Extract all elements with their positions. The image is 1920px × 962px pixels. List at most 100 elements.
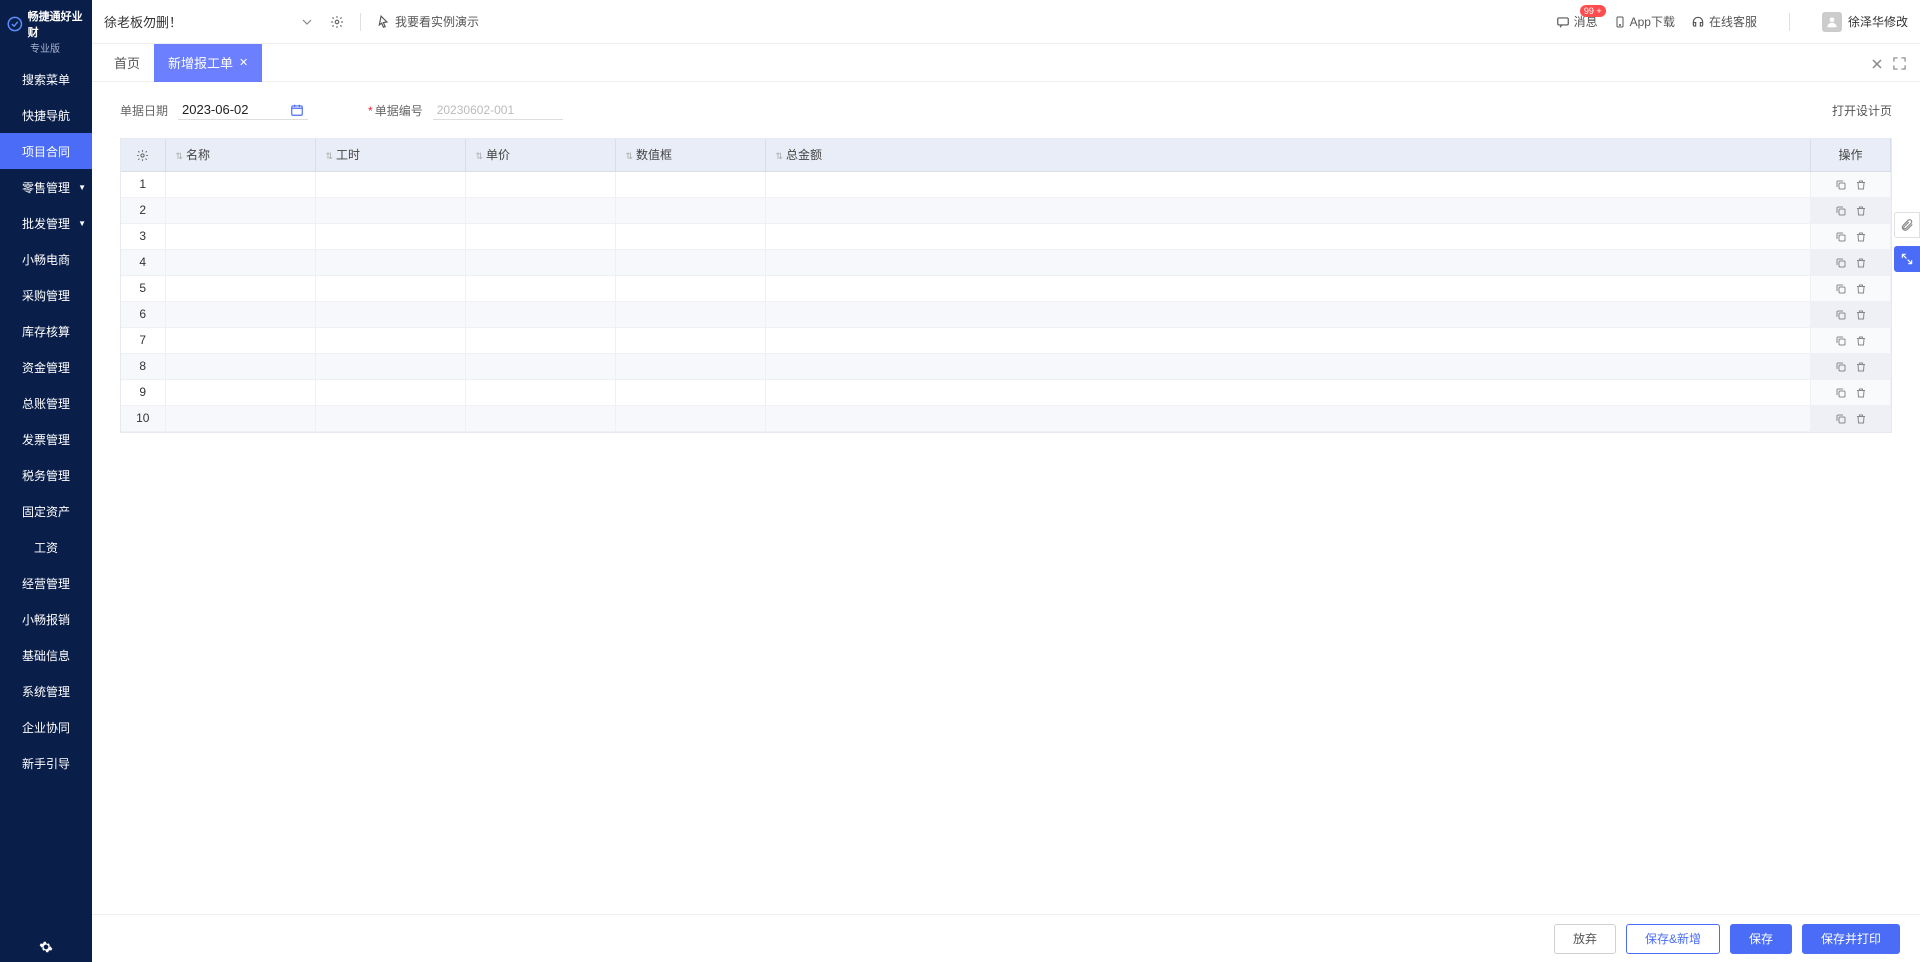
cell[interactable] (465, 249, 615, 275)
cell[interactable] (465, 275, 615, 301)
copy-row-icon[interactable] (1835, 359, 1847, 373)
sidebar-item-19[interactable]: 新手引导 (0, 745, 92, 781)
delete-row-icon[interactable] (1855, 281, 1867, 295)
cell[interactable] (315, 171, 465, 197)
copy-row-icon[interactable] (1835, 177, 1847, 191)
cell[interactable] (465, 327, 615, 353)
cell[interactable] (465, 353, 615, 379)
copy-row-icon[interactable] (1835, 307, 1847, 321)
cell[interactable] (615, 197, 765, 223)
delete-row-icon[interactable] (1855, 203, 1867, 217)
user-menu[interactable]: 徐泽华修改 (1822, 12, 1908, 32)
copy-row-icon[interactable] (1835, 229, 1847, 243)
cell[interactable] (165, 249, 315, 275)
save-button[interactable]: 保存 (1730, 924, 1792, 954)
cell[interactable] (465, 171, 615, 197)
sidebar-item-0[interactable]: 搜索菜单 (0, 61, 92, 97)
cell[interactable] (165, 171, 315, 197)
cell[interactable] (615, 327, 765, 353)
cell[interactable] (315, 249, 465, 275)
col-settings[interactable] (121, 139, 165, 171)
cell[interactable] (765, 301, 1811, 327)
tab-1[interactable]: 新增报工单✕ (154, 44, 262, 82)
cell[interactable] (165, 197, 315, 223)
sidebar-item-3[interactable]: 零售管理▼ (0, 169, 92, 205)
col-price[interactable]: ⇅单价 (465, 139, 615, 171)
demo-link[interactable]: 我要看实例演示 (377, 13, 479, 30)
discard-button[interactable]: 放弃 (1554, 924, 1616, 954)
cell[interactable] (765, 379, 1811, 405)
cell[interactable] (315, 197, 465, 223)
delete-row-icon[interactable] (1855, 177, 1867, 191)
code-input[interactable]: 20230602-001 (433, 101, 563, 120)
sidebar-item-13[interactable]: 工资 (0, 529, 92, 565)
cell[interactable] (615, 275, 765, 301)
delete-row-icon[interactable] (1855, 229, 1867, 243)
cell[interactable] (315, 275, 465, 301)
cell[interactable] (465, 223, 615, 249)
sidebar-item-15[interactable]: 小畅报销 (0, 601, 92, 637)
date-input[interactable]: 2023-06-02 (178, 100, 308, 120)
cell[interactable] (615, 353, 765, 379)
cell[interactable] (315, 353, 465, 379)
cell[interactable] (165, 301, 315, 327)
cell[interactable] (315, 223, 465, 249)
cell[interactable] (165, 353, 315, 379)
sidebar-item-2[interactable]: 项目合同 (0, 133, 92, 169)
sidebar-item-11[interactable]: 税务管理 (0, 457, 92, 493)
delete-row-icon[interactable] (1855, 411, 1867, 425)
cell[interactable] (765, 353, 1811, 379)
cell[interactable] (765, 223, 1811, 249)
sidebar-item-4[interactable]: 批发管理▼ (0, 205, 92, 241)
cell[interactable] (165, 327, 315, 353)
cell[interactable] (615, 249, 765, 275)
copy-row-icon[interactable] (1835, 281, 1847, 295)
copy-row-icon[interactable] (1835, 255, 1847, 269)
col-name[interactable]: ⇅名称 (165, 139, 315, 171)
sidebar-settings[interactable] (0, 932, 92, 962)
cell[interactable] (165, 405, 315, 431)
cell[interactable] (615, 223, 765, 249)
cell[interactable] (765, 327, 1811, 353)
cell[interactable] (615, 301, 765, 327)
org-dropdown[interactable] (302, 16, 312, 28)
sidebar-item-9[interactable]: 总账管理 (0, 385, 92, 421)
cell[interactable] (165, 223, 315, 249)
cell[interactable] (315, 379, 465, 405)
sidebar-item-12[interactable]: 固定资产 (0, 493, 92, 529)
cell[interactable] (315, 327, 465, 353)
cell[interactable] (765, 197, 1811, 223)
close-icon[interactable]: ✕ (239, 56, 248, 69)
messages-button[interactable]: 消息 99 + (1556, 13, 1598, 30)
fullscreen-toggle[interactable] (1893, 55, 1906, 71)
col-total[interactable]: ⇅总金额 (765, 139, 1811, 171)
copy-row-icon[interactable] (1835, 203, 1847, 217)
sidebar-item-8[interactable]: 资金管理 (0, 349, 92, 385)
save-print-button[interactable]: 保存并打印 (1802, 924, 1900, 954)
online-service[interactable]: 在线客服 (1691, 13, 1757, 30)
cell[interactable] (465, 379, 615, 405)
tab-close-all[interactable] (1871, 55, 1883, 71)
sidebar-item-5[interactable]: 小畅电商 (0, 241, 92, 277)
sidebar-item-10[interactable]: 发票管理 (0, 421, 92, 457)
tab-0[interactable]: 首页 (100, 44, 154, 82)
cell[interactable] (465, 197, 615, 223)
attachment-button[interactable] (1894, 212, 1920, 238)
delete-row-icon[interactable] (1855, 333, 1867, 347)
cell[interactable] (765, 171, 1811, 197)
cell[interactable] (615, 171, 765, 197)
delete-row-icon[interactable] (1855, 385, 1867, 399)
save-new-button[interactable]: 保存&新增 (1626, 924, 1720, 954)
cell[interactable] (465, 405, 615, 431)
sidebar-item-1[interactable]: 快捷导航 (0, 97, 92, 133)
copy-row-icon[interactable] (1835, 333, 1847, 347)
sidebar-item-7[interactable]: 库存核算 (0, 313, 92, 349)
sidebar-item-16[interactable]: 基础信息 (0, 637, 92, 673)
design-link[interactable]: 打开设计页 (1832, 102, 1892, 119)
cell[interactable] (315, 405, 465, 431)
sidebar-item-18[interactable]: 企业协同 (0, 709, 92, 745)
copy-row-icon[interactable] (1835, 385, 1847, 399)
delete-row-icon[interactable] (1855, 359, 1867, 373)
cell[interactable] (765, 405, 1811, 431)
copy-row-icon[interactable] (1835, 411, 1847, 425)
